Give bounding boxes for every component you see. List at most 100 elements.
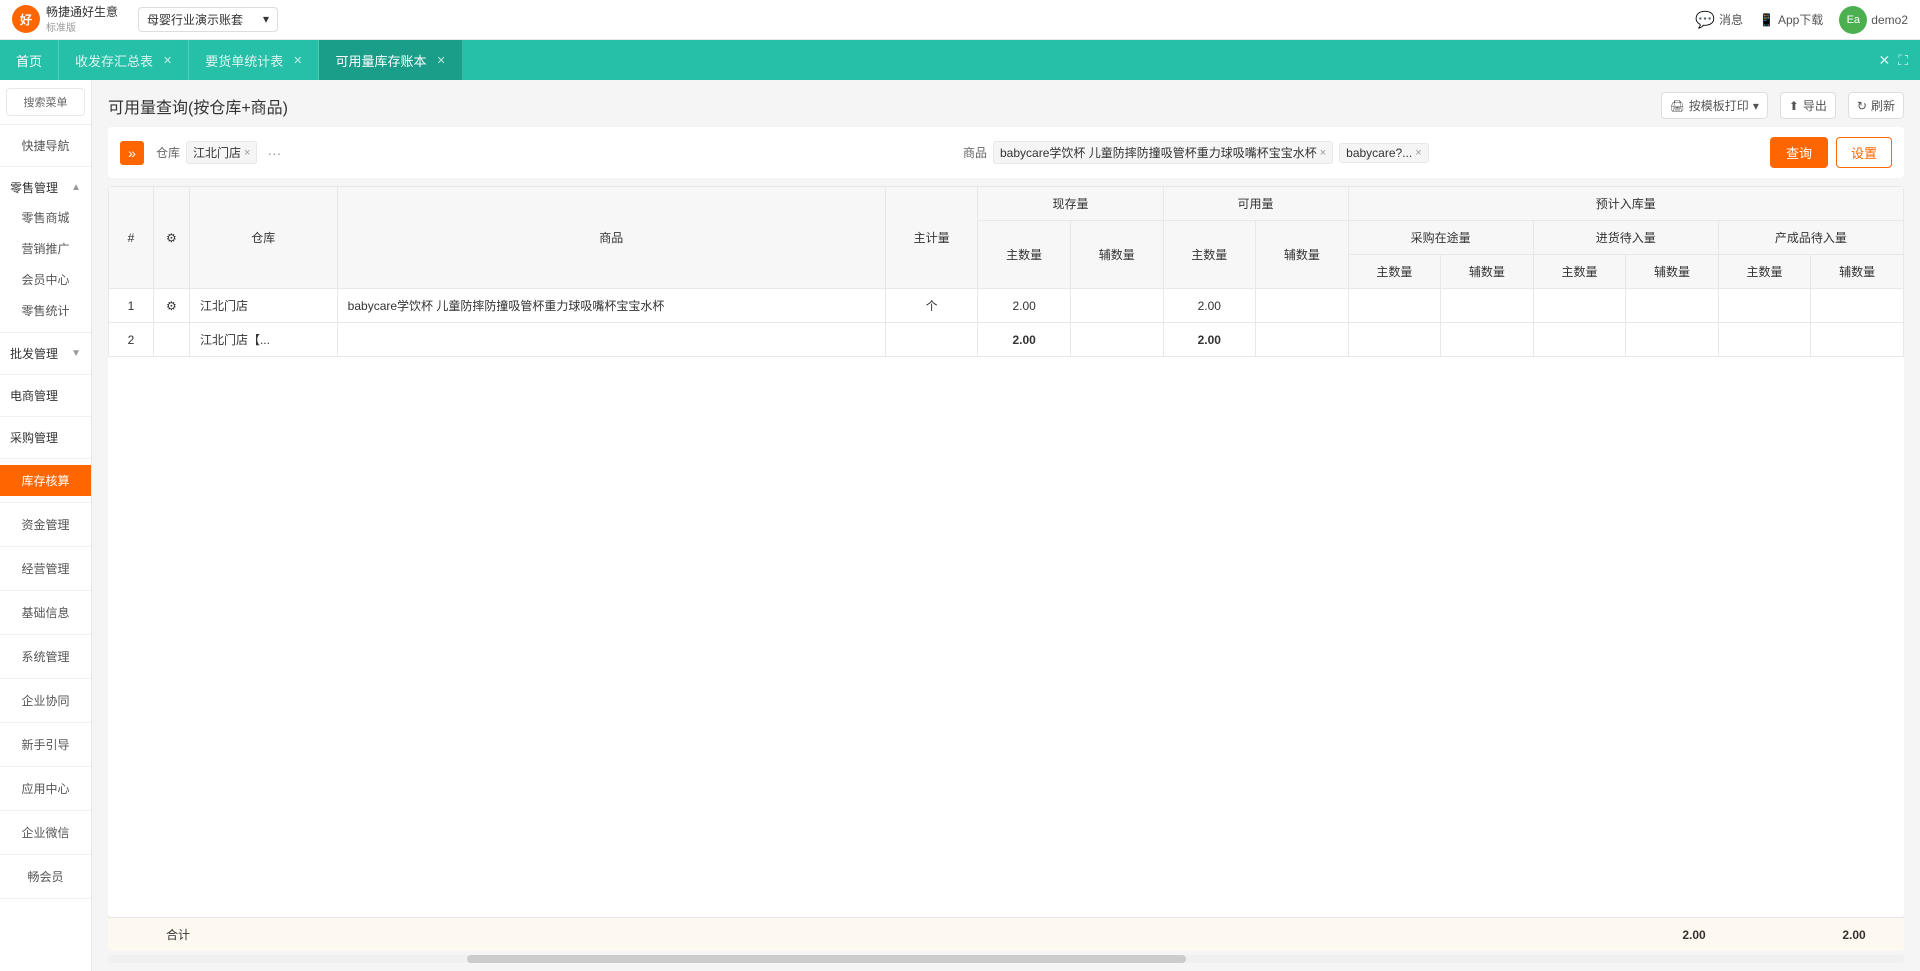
sidebar-section-appstore: 应用中心: [0, 767, 91, 811]
query-button[interactable]: 查询: [1770, 137, 1828, 168]
th-stock-main: 主数量: [978, 221, 1071, 289]
tab-order-stats[interactable]: 要货单统计表 ✕: [189, 40, 319, 80]
sidebar-item-system[interactable]: 系统管理: [0, 641, 91, 672]
sidebar-section-inventory: 库存核算: [0, 459, 91, 503]
product-filter-tag2[interactable]: babycare?... ×: [1339, 143, 1428, 163]
message-action[interactable]: 💬 消息: [1695, 10, 1743, 30]
tab-receivables-close[interactable]: ✕: [163, 54, 172, 67]
warehouse-tag-close[interactable]: ×: [244, 147, 250, 159]
chevron-down-icon: ▾: [263, 12, 269, 26]
th-index: #: [109, 187, 154, 289]
th-gear: ⚙: [153, 187, 189, 289]
cell-production-aux-2: [1811, 323, 1904, 357]
sidebar-item-retail-stats[interactable]: 零售统计: [0, 295, 91, 326]
th-avail-aux: 辅数量: [1256, 221, 1349, 289]
th-product: 商品: [337, 187, 885, 289]
sidebar-item-basic[interactable]: 基础信息: [0, 597, 91, 628]
cell-product-2: [337, 323, 885, 357]
th-avail-main: 主数量: [1163, 221, 1256, 289]
sidebar-item-members[interactable]: 会员中心: [0, 264, 91, 295]
cell-incoming-aux-1: [1626, 289, 1719, 323]
sidebar-item-finance[interactable]: 资金管理: [0, 509, 91, 540]
filter-toggle-button[interactable]: »: [120, 141, 144, 165]
table-row: 2 江北门店【... 2.00 2.00: [109, 323, 1904, 357]
cell-purchase-main-2: [1348, 323, 1441, 357]
cell-gear-2[interactable]: [153, 323, 189, 357]
tab-available-stock-close[interactable]: ✕: [437, 54, 446, 67]
th-purchase-main: 主数量: [1348, 255, 1441, 289]
main-layout: 搜索菜单 快捷导航 零售管理 ▲ 零售商城 营销推广 会员中心 零售统计 批发管…: [0, 80, 1920, 971]
cell-index-1: 1: [109, 289, 154, 323]
user-area[interactable]: Ea demo2: [1839, 6, 1908, 34]
cell-unit-1: 个: [885, 289, 978, 323]
sidebar-item-wecom[interactable]: 企业微信: [0, 817, 91, 848]
filter-group-product: 商品 babycare学饮杯 儿童防摔防撞吸管杯重力球吸嘴杯宝宝水杯 × bab…: [963, 141, 1758, 164]
sidebar-item-retail-mall[interactable]: 零售商城: [0, 202, 91, 233]
sidebar: 搜索菜单 快捷导航 零售管理 ▲ 零售商城 营销推广 会员中心 零售统计 批发管…: [0, 80, 92, 971]
sidebar-section-retail-header[interactable]: 零售管理 ▲: [0, 173, 91, 202]
export-label: 导出: [1803, 97, 1827, 114]
th-production-group: 产成品待入量: [1718, 221, 1903, 255]
warehouse-filter-tag[interactable]: 江北门店 ×: [186, 141, 257, 164]
sidebar-item-appstore[interactable]: 应用中心: [0, 773, 91, 804]
horizontal-scrollbar[interactable]: [108, 955, 1904, 963]
tab-order-stats-close[interactable]: ✕: [293, 54, 302, 67]
product-tag2-close[interactable]: ×: [1415, 147, 1421, 159]
sidebar-item-inventory[interactable]: 库存核算: [0, 465, 91, 496]
th-stock-aux: 辅数量: [1070, 221, 1163, 289]
quick-nav-button[interactable]: 快捷导航: [0, 131, 91, 160]
th-purchase-group: 采购在途量: [1348, 221, 1533, 255]
cell-purchase-aux-2: [1441, 323, 1534, 357]
cell-purchase-aux-1: [1441, 289, 1534, 323]
sidebar-section-purchase-label: 采购管理: [10, 429, 58, 446]
cell-avail-aux-1: [1256, 289, 1349, 323]
maximize-window-icon[interactable]: ⛶: [1898, 52, 1908, 69]
sidebar-item-corp[interactable]: 企业协同: [0, 685, 91, 716]
product-tag1-close[interactable]: ×: [1320, 147, 1326, 159]
tab-home-label: 首页: [16, 51, 42, 70]
sidebar-item-newbie[interactable]: 新手引导: [0, 729, 91, 760]
sidebar-item-vip[interactable]: 畅会员: [0, 861, 91, 892]
th-expected-in-group: 预计入库量: [1348, 187, 1903, 221]
sidebar-search-area: 搜索菜单: [0, 80, 91, 125]
sidebar-section-ecom: 电商管理: [0, 375, 91, 417]
top-bar-right: 💬 消息 📱 App下载 Ea demo2: [1695, 6, 1908, 34]
cell-avail-main-2: 2.00: [1163, 323, 1256, 357]
cell-production-main-1: [1718, 289, 1811, 323]
close-window-icon[interactable]: ✕: [1878, 52, 1890, 69]
table-row: 1 ⚙ 江北门店 babycare学饮杯 儿童防摔防撞吸管杯重力球吸嘴杯宝宝水杯…: [109, 289, 1904, 323]
th-available-group: 可用量: [1163, 187, 1348, 221]
tab-receivables-label: 收发存汇总表: [75, 51, 153, 70]
refresh-label: 刷新: [1871, 97, 1895, 114]
sidebar-item-operations[interactable]: 经营管理: [0, 553, 91, 584]
logo-icon: 好: [12, 5, 40, 33]
setting-button[interactable]: 设置: [1836, 137, 1892, 168]
product-filter-tag1[interactable]: babycare学饮杯 儿童防摔防撞吸管杯重力球吸嘴杯宝宝水杯 ×: [993, 141, 1333, 164]
tab-available-stock-label: 可用量库存账本: [335, 51, 426, 70]
cell-gear-1[interactable]: ⚙: [153, 289, 189, 323]
tab-available-stock[interactable]: 可用量库存账本 ✕: [319, 40, 462, 80]
app-download-action[interactable]: 📱 App下载: [1759, 11, 1823, 28]
tab-receivables[interactable]: 收发存汇总表 ✕: [59, 40, 189, 80]
search-menu-button[interactable]: 搜索菜单: [6, 88, 85, 116]
sidebar-section-wholesale-header[interactable]: 批发管理 ▼: [0, 339, 91, 368]
logo-area: 好 畅捷通好生意 标准版: [12, 5, 118, 34]
sidebar-section-basic: 基础信息: [0, 591, 91, 635]
industry-selector[interactable]: 母婴行业演示账套 ▾: [138, 7, 278, 32]
sidebar-section-purchase-header[interactable]: 采购管理: [0, 423, 91, 452]
content-area: 可用量查询(按仓库+商品) 🖨 按模板打印 ▾ ⬆ 导出 ↻ 刷新 »: [92, 80, 1920, 971]
avatar: Ea: [1839, 6, 1867, 34]
print-button[interactable]: 🖨 按模板打印 ▾: [1661, 92, 1768, 119]
th-unit: 主计量: [885, 187, 978, 289]
cell-production-aux-1: [1811, 289, 1904, 323]
sidebar-section-retail-label: 零售管理: [10, 179, 58, 196]
sidebar-item-marketing[interactable]: 营销推广: [0, 233, 91, 264]
refresh-button[interactable]: ↻ 刷新: [1848, 92, 1904, 119]
export-button[interactable]: ⬆ 导出: [1780, 92, 1836, 119]
sidebar-section-ecom-header[interactable]: 电商管理: [0, 381, 91, 410]
filter-bar: » 仓库 江北门店 × ··· 商品 babycare学饮杯 儿童防摔防撞吸管杯…: [108, 127, 1904, 178]
tab-home[interactable]: 首页: [0, 40, 59, 80]
logo-text: 畅捷通好生意: [46, 5, 118, 19]
cell-stock-aux-1: [1070, 289, 1163, 323]
warehouse-filter-more[interactable]: ···: [263, 145, 285, 161]
